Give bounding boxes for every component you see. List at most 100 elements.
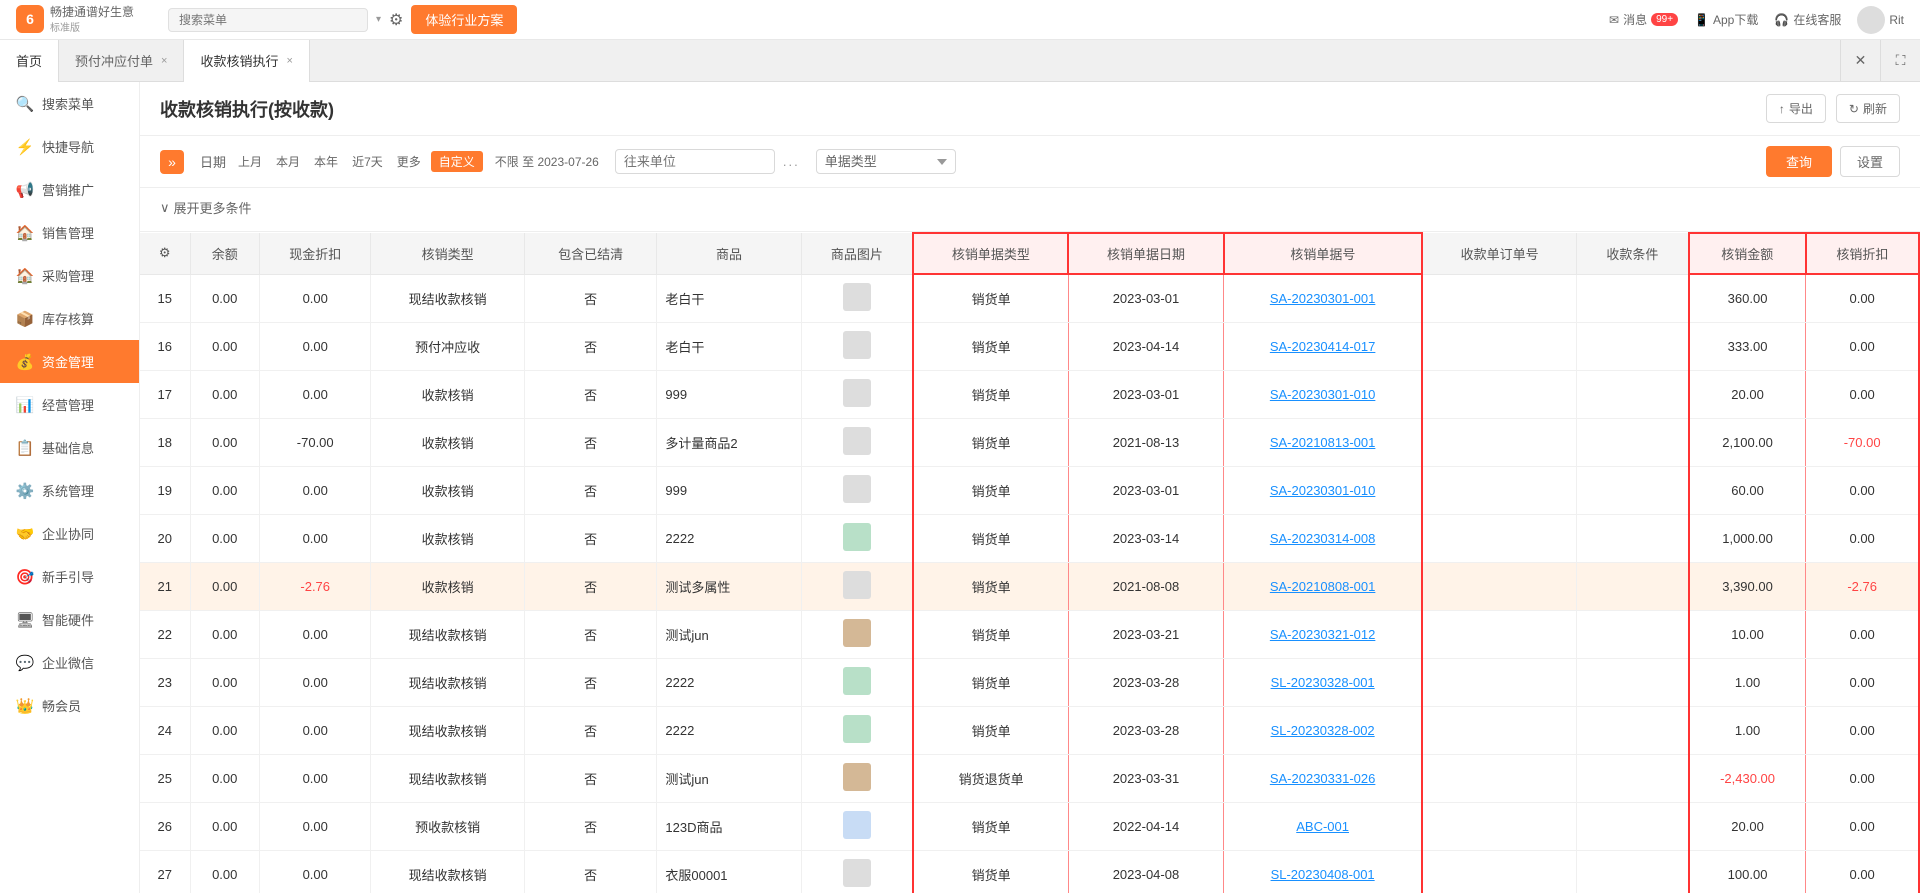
sidebar-item-sales[interactable]: 🏠 销售管理 (0, 211, 139, 254)
more-link[interactable]: 更多 (393, 151, 425, 172)
sidebar-label-collab: 企业协同 (42, 524, 94, 543)
cell-verify-voucher-type: 销货单 (913, 514, 1068, 562)
sidebar-item-purchase[interactable]: 🏠 采购管理 (0, 254, 139, 297)
curr-year-link[interactable]: 本年 (310, 151, 342, 172)
date-label: 日期 (200, 152, 226, 171)
sidebar-item-quicknav[interactable]: ⚡ 快捷导航 (0, 125, 139, 168)
cell-receipt-order-no (1422, 370, 1576, 418)
industry-btn[interactable]: 体验行业方案 (411, 5, 517, 34)
member-icon: 👑 (16, 697, 34, 715)
sidebar-item-inventory[interactable]: 📦 库存核算 (0, 297, 139, 340)
curr-month-link[interactable]: 本月 (272, 151, 304, 172)
sidebar-item-hardware[interactable]: 🖥 智能硬件 (0, 598, 139, 641)
customer-input[interactable] (615, 149, 775, 174)
cell-verify-voucher-no[interactable]: ABC-001 (1224, 802, 1423, 850)
cell-verify-voucher-no[interactable]: SA-20230321-012 (1224, 610, 1423, 658)
cell-cash-discount: 0.00 (259, 850, 370, 893)
message-btn[interactable]: ✉ 消息 99+ (1609, 11, 1678, 28)
expand-conditions-btn[interactable]: ∨ 展开更多条件 (160, 192, 1900, 223)
sidebar-item-wechat[interactable]: 💬 企业微信 (0, 641, 139, 684)
cell-verify-voucher-no[interactable]: SA-20230314-008 (1224, 514, 1423, 562)
cell-verify-voucher-type: 销货单 (913, 418, 1068, 466)
cell-balance: 0.00 (190, 802, 259, 850)
tab-receipt-verify-close[interactable]: × (286, 55, 292, 67)
cell-verify-voucher-type: 销货单 (913, 562, 1068, 610)
cell-verify-voucher-no[interactable]: SL-20230328-001 (1224, 658, 1423, 706)
sidebar-item-member[interactable]: 👑 畅会员 (0, 684, 139, 727)
cell-verify-amount: 1,000.00 (1689, 514, 1806, 562)
logo-sub: 标准版 (50, 19, 134, 34)
message-icon: ✉ (1609, 13, 1619, 27)
table-container[interactable]: ⚙ 余额 现金折扣 核销类型 包含已结清 商品 商品图片 核销单据类型 核销单据… (140, 232, 1920, 893)
tab-prepayment-close[interactable]: × (161, 55, 167, 67)
cell-rownum: 23 (140, 658, 190, 706)
sidebar-item-basic[interactable]: 📋 基础信息 (0, 426, 139, 469)
cell-verify-type: 预收款核销 (371, 802, 524, 850)
cell-cash-discount: -2.76 (259, 562, 370, 610)
sidebar-item-collab[interactable]: 🤝 企业协同 (0, 512, 139, 555)
sidebar-item-system[interactable]: ⚙️ 系统管理 (0, 469, 139, 512)
cell-balance: 0.00 (190, 466, 259, 514)
cell-verify-voucher-type: 销货单 (913, 466, 1068, 514)
th-receipt-order-no: 收款单订单号 (1422, 233, 1576, 274)
tab-receipt-verify[interactable]: 收款核销执行 × (184, 40, 309, 82)
cell-rownum: 25 (140, 754, 190, 802)
app-download-btn[interactable]: 📱 App下载 (1694, 11, 1758, 28)
query-btn[interactable]: 查询 (1766, 146, 1832, 177)
cell-verify-voucher-no[interactable]: SL-20230408-001 (1224, 850, 1423, 893)
cell-verify-voucher-no[interactable]: SA-20230301-010 (1224, 466, 1423, 514)
cell-verify-voucher-no[interactable]: SA-20230301-001 (1224, 274, 1423, 322)
cell-verify-voucher-no[interactable]: SA-20230331-026 (1224, 754, 1423, 802)
cell-verify-voucher-no[interactable]: SA-20230301-010 (1224, 370, 1423, 418)
cell-include-settled: 否 (524, 322, 656, 370)
cell-verify-type: 收款核销 (371, 466, 524, 514)
date-range-text: 不限 至 2023-07-26 (495, 153, 599, 170)
voucher-type-select[interactable]: 单据类型 (816, 149, 956, 174)
cell-verify-amount: 100.00 (1689, 850, 1806, 893)
cell-include-settled: 否 (524, 850, 656, 893)
sidebar-label-basic: 基础信息 (42, 438, 94, 457)
tab-maximize-btn[interactable]: ⛶ (1880, 40, 1920, 82)
tab-close-btn[interactable]: ✕ (1840, 40, 1880, 82)
tab-home[interactable]: 首页 (0, 40, 59, 82)
cell-receipt-condition (1577, 802, 1689, 850)
sidebar-item-guide[interactable]: 🎯 新手引导 (0, 555, 139, 598)
custom-date-link[interactable]: 自定义 (431, 151, 483, 172)
cell-verify-voucher-no[interactable]: SA-20230414-017 (1224, 322, 1423, 370)
cell-verify-voucher-type: 销货单 (913, 322, 1068, 370)
filter-collapse-btn[interactable]: » (160, 150, 184, 174)
sidebar-item-search[interactable]: 🔍 搜索菜单 (0, 82, 139, 125)
table-row: 23 0.00 0.00 现结收款核销 否 2222 销货单 2023-03-2… (140, 658, 1919, 706)
top-search-input[interactable] (168, 8, 368, 32)
cell-verify-voucher-no[interactable]: SL-20230328-002 (1224, 706, 1423, 754)
content-area: 收款核销执行(按收款) ↑ 导出 ↻ 刷新 » 日期 (140, 82, 1920, 893)
sidebar-item-operations[interactable]: 📊 经营管理 (0, 383, 139, 426)
cell-verify-voucher-no[interactable]: SA-20210813-001 (1224, 418, 1423, 466)
cell-include-settled: 否 (524, 274, 656, 322)
cell-product: 衣服00001 (657, 850, 801, 893)
online-service-btn[interactable]: 🎧 在线客服 (1774, 11, 1841, 28)
sidebar-item-marketing[interactable]: 📢 营销推广 (0, 168, 139, 211)
th-config[interactable]: ⚙ (140, 233, 190, 274)
refresh-btn[interactable]: ↻ 刷新 (1836, 94, 1900, 123)
user-area[interactable]: Rit (1857, 6, 1904, 34)
sidebar-item-finance[interactable]: 💰 资金管理 (0, 340, 139, 383)
tab-prepayment[interactable]: 预付冲应付单 × (59, 40, 184, 82)
prev-month-link[interactable]: 上月 (234, 151, 266, 172)
settings-btn[interactable]: 设置 (1840, 146, 1900, 177)
export-btn[interactable]: ↑ 导出 (1766, 94, 1826, 123)
basic-icon: 📋 (16, 439, 34, 457)
cell-verify-voucher-type: 销货单 (913, 274, 1068, 322)
cell-verify-voucher-date: 2023-03-01 (1068, 466, 1223, 514)
cell-include-settled: 否 (524, 466, 656, 514)
hardware-icon: 🖥 (16, 611, 34, 629)
message-badge: 99+ (1651, 13, 1678, 26)
cell-verify-voucher-no[interactable]: SA-20210808-001 (1224, 562, 1423, 610)
sidebar-label-hardware: 智能硬件 (42, 610, 94, 629)
seven-days-link[interactable]: 近7天 (348, 151, 387, 172)
system-icon: ⚙️ (16, 482, 34, 500)
cell-receipt-condition (1577, 274, 1689, 322)
gear-icon[interactable]: ⚙ (389, 10, 403, 30)
cell-verify-voucher-type: 销货单 (913, 610, 1068, 658)
filter-area: » 日期 上月 本月 本年 近7天 更多 自定义 不限 至 2023-07-26… (140, 136, 1920, 188)
